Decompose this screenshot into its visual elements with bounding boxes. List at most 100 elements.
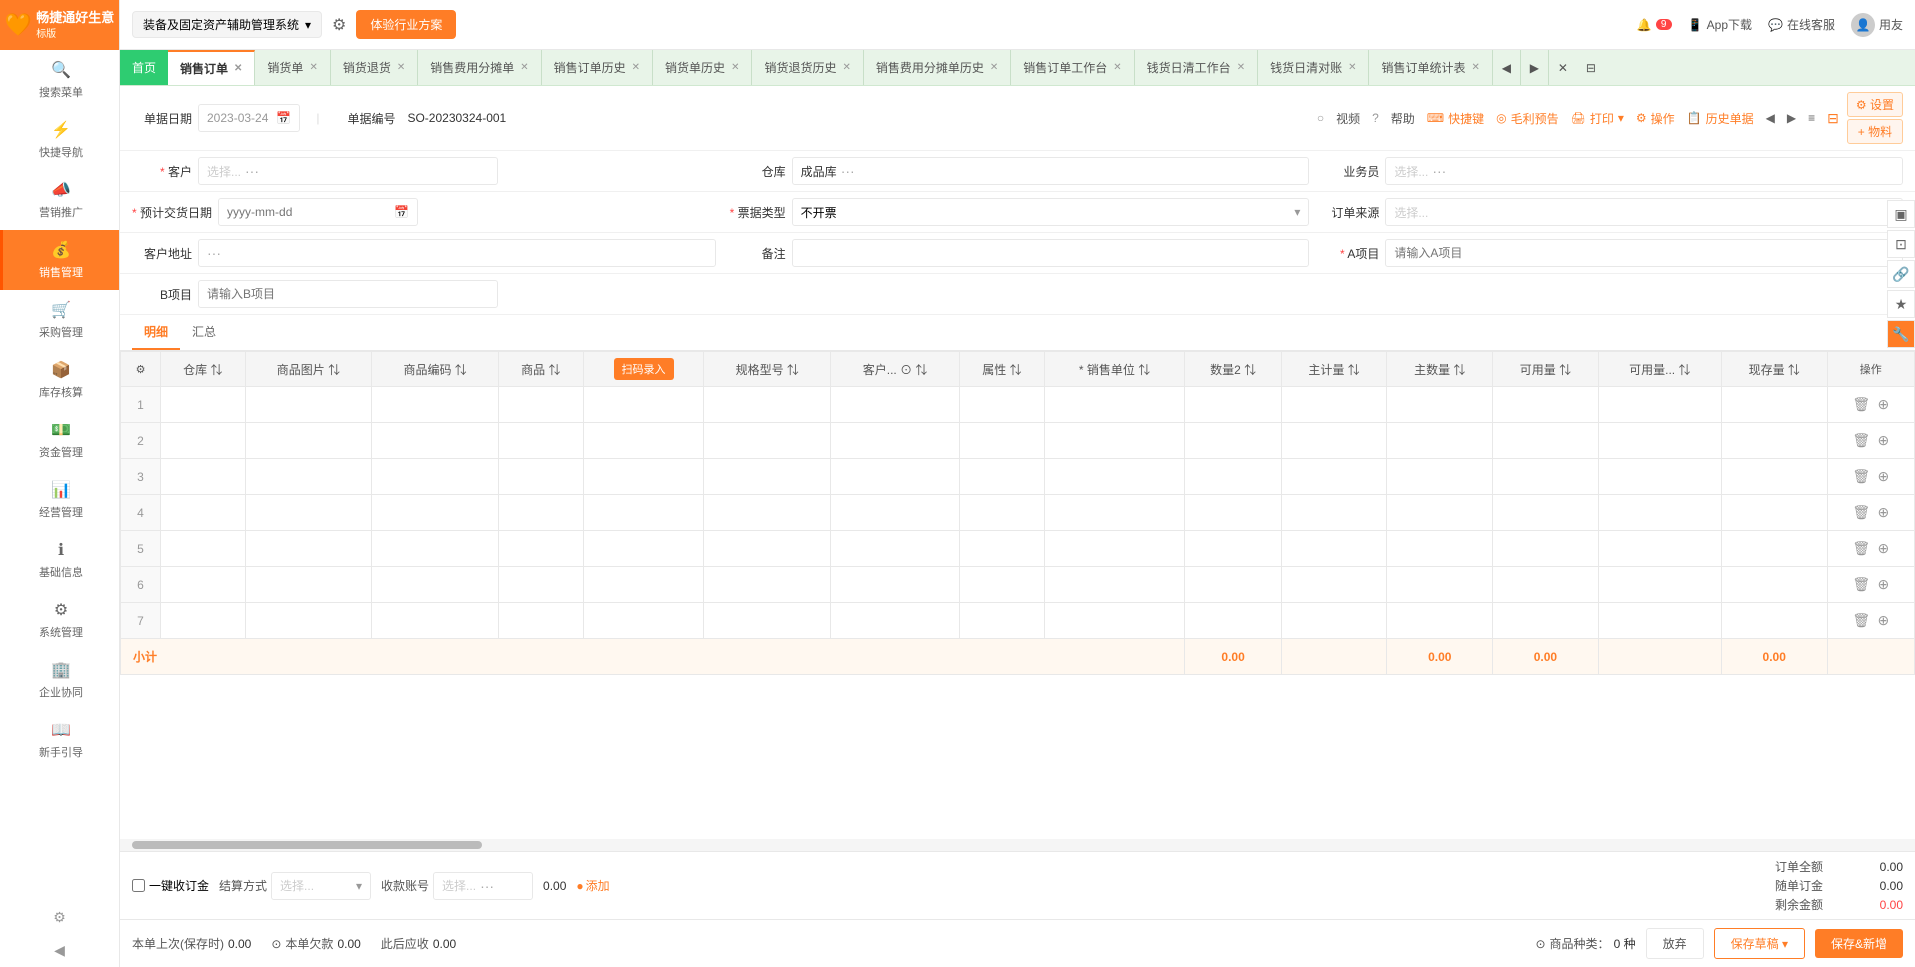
- right-tool-2[interactable]: ⊡: [1887, 230, 1915, 258]
- cell-spec[interactable]: [704, 495, 831, 531]
- tab-sales-fee[interactable]: 销售费用分摊单 ✕: [418, 50, 541, 86]
- online-support-btn[interactable]: 💬 在线客服: [1768, 16, 1835, 33]
- row-copy-icon[interactable]: ⊕: [1877, 612, 1889, 628]
- tab-sales-invoice[interactable]: 销货单 ✕: [255, 50, 330, 86]
- cell-unit[interactable]: [1044, 459, 1185, 495]
- cell-customer-code[interactable]: [831, 603, 960, 639]
- sidebar-item-sys[interactable]: ⚙ 系统管理: [0, 590, 119, 650]
- tab-home[interactable]: 首页: [120, 50, 168, 86]
- tab-close-icon-11[interactable]: ✕: [1348, 62, 1356, 73]
- cell-product[interactable]: [498, 495, 583, 531]
- solution-btn[interactable]: 体验行业方案: [356, 10, 456, 39]
- a-project-text-input[interactable]: [1394, 246, 1894, 260]
- cell-qty2[interactable]: [1185, 567, 1281, 603]
- tab-daily-workbench[interactable]: 钱货日清工作台 ✕: [1135, 50, 1258, 86]
- row-delete-icon[interactable]: 🗑: [1852, 504, 1870, 520]
- cell-warehouse[interactable]: [161, 531, 246, 567]
- cell-attributes[interactable]: [960, 603, 1045, 639]
- save-new-btn[interactable]: 保存&新增: [1815, 929, 1903, 958]
- tab-order-history[interactable]: 销售订单历史 ✕: [542, 50, 653, 86]
- cell-attributes[interactable]: [960, 567, 1045, 603]
- cell-product[interactable]: [498, 423, 583, 459]
- cell-attributes[interactable]: [960, 459, 1045, 495]
- cell-product[interactable]: [498, 603, 583, 639]
- cell-main-qty[interactable]: [1387, 423, 1493, 459]
- cell-customer-code[interactable]: [831, 423, 960, 459]
- tab-close-icon-2[interactable]: ✕: [309, 62, 317, 73]
- cell-attributes[interactable]: [960, 423, 1045, 459]
- cell-warehouse[interactable]: [161, 387, 246, 423]
- account-select[interactable]: 选择... ···: [433, 872, 533, 900]
- row-delete-icon[interactable]: 🗑: [1852, 540, 1870, 556]
- payment-method-select[interactable]: 选择... ▾: [271, 872, 371, 900]
- cell-main-qty[interactable]: [1387, 531, 1493, 567]
- cell-code[interactable]: [372, 495, 499, 531]
- b-project-input[interactable]: [198, 280, 498, 308]
- delivery-date-input[interactable]: 📅: [218, 198, 418, 226]
- quick-checkout-input[interactable]: [132, 879, 145, 892]
- nav-arrow-left[interactable]: ◀: [1766, 111, 1775, 125]
- address-input[interactable]: ···: [198, 239, 716, 267]
- grid-view-icon[interactable]: ⊟: [1827, 110, 1839, 127]
- tab-close-all[interactable]: ✕: [1549, 50, 1577, 86]
- sidebar-item-sales[interactable]: 💰 销售管理: [0, 230, 119, 290]
- tab-close-icon-5[interactable]: ✕: [632, 62, 640, 73]
- save-draft-btn[interactable]: 保存草稿 ▾: [1714, 928, 1805, 959]
- cell-product[interactable]: [498, 387, 583, 423]
- sidebar-item-finance[interactable]: 💵 资金管理: [0, 410, 119, 470]
- history-btn[interactable]: 📋 历史单据: [1687, 110, 1754, 127]
- quick-checkout-checkbox[interactable]: 一键收订金: [132, 877, 209, 894]
- tab-summary[interactable]: 汇总: [180, 315, 228, 350]
- discard-btn[interactable]: 放弃: [1646, 928, 1704, 959]
- row-delete-icon[interactable]: 🗑: [1852, 576, 1870, 592]
- operation-btn[interactable]: ⚙ 操作: [1636, 110, 1675, 127]
- sidebar-item-corp[interactable]: 🏢 企业协同: [0, 650, 119, 710]
- tab-nav-right[interactable]: ▶: [1521, 50, 1549, 86]
- row-copy-icon[interactable]: ⊕: [1877, 504, 1889, 520]
- tab-close-icon[interactable]: ✕: [234, 63, 242, 74]
- form-settings-btn[interactable]: ⚙ 设置: [1847, 92, 1903, 117]
- cell-qty2[interactable]: [1185, 387, 1281, 423]
- cell-warehouse[interactable]: [161, 495, 246, 531]
- b-project-text-input[interactable]: [207, 287, 489, 301]
- cell-customer-code[interactable]: [831, 495, 960, 531]
- cell-customer-code[interactable]: [831, 567, 960, 603]
- cell-customer-code[interactable]: [831, 459, 960, 495]
- sidebar-item-guide[interactable]: 📖 新手引导: [0, 710, 119, 770]
- tab-grid-view[interactable]: ⊟: [1577, 50, 1605, 86]
- cell-product[interactable]: [498, 531, 583, 567]
- row-copy-icon[interactable]: ⊕: [1877, 468, 1889, 484]
- help-btn[interactable]: 帮助: [1391, 110, 1415, 127]
- sidebar-item-info[interactable]: ℹ 基础信息: [0, 530, 119, 590]
- cell-main-qty[interactable]: [1387, 387, 1493, 423]
- cell-unit[interactable]: [1044, 567, 1185, 603]
- tab-order-stats[interactable]: 销售订单统计表 ✕: [1369, 50, 1492, 86]
- cell-spec[interactable]: [704, 387, 831, 423]
- print-btn[interactable]: 🖨 打印 ▾: [1571, 110, 1624, 127]
- cell-unit[interactable]: [1044, 423, 1185, 459]
- user-avatar[interactable]: 👤 用友: [1851, 13, 1903, 37]
- cell-product[interactable]: [498, 567, 583, 603]
- tab-return-history[interactable]: 销货退货历史 ✕: [752, 50, 863, 86]
- cell-spec[interactable]: [704, 603, 831, 639]
- cell-main-qty[interactable]: [1387, 495, 1493, 531]
- invoice-type-select[interactable]: 不开票 ▾: [792, 198, 1310, 226]
- tab-sales-order[interactable]: 销售订单 ✕: [168, 50, 255, 86]
- profit-btn[interactable]: ◎ 毛利预告: [1496, 110, 1559, 127]
- settings-gear-icon[interactable]: ⚙: [332, 15, 346, 35]
- cell-code[interactable]: [372, 459, 499, 495]
- right-tool-4[interactable]: ★: [1887, 290, 1915, 318]
- th-scan[interactable]: 扫码录入: [583, 352, 704, 387]
- table-scrollbar[interactable]: [120, 839, 1915, 851]
- cell-main-qty[interactable]: [1387, 603, 1493, 639]
- cell-warehouse[interactable]: [161, 567, 246, 603]
- tab-close-icon-7[interactable]: ✕: [842, 62, 850, 73]
- cell-code[interactable]: [372, 603, 499, 639]
- sidebar-collapse-btn[interactable]: ◀: [0, 934, 119, 967]
- app-download-btn[interactable]: 📱 App下载: [1688, 16, 1752, 33]
- list-view-icon[interactable]: ≡: [1808, 111, 1815, 125]
- warehouse-input[interactable]: 成品库 ···: [792, 157, 1310, 185]
- sidebar-item-quicknav[interactable]: ⚡ 快捷导航: [0, 110, 119, 170]
- a-project-input[interactable]: [1385, 239, 1903, 267]
- sidebar-item-search[interactable]: 🔍 搜索菜单: [0, 50, 119, 110]
